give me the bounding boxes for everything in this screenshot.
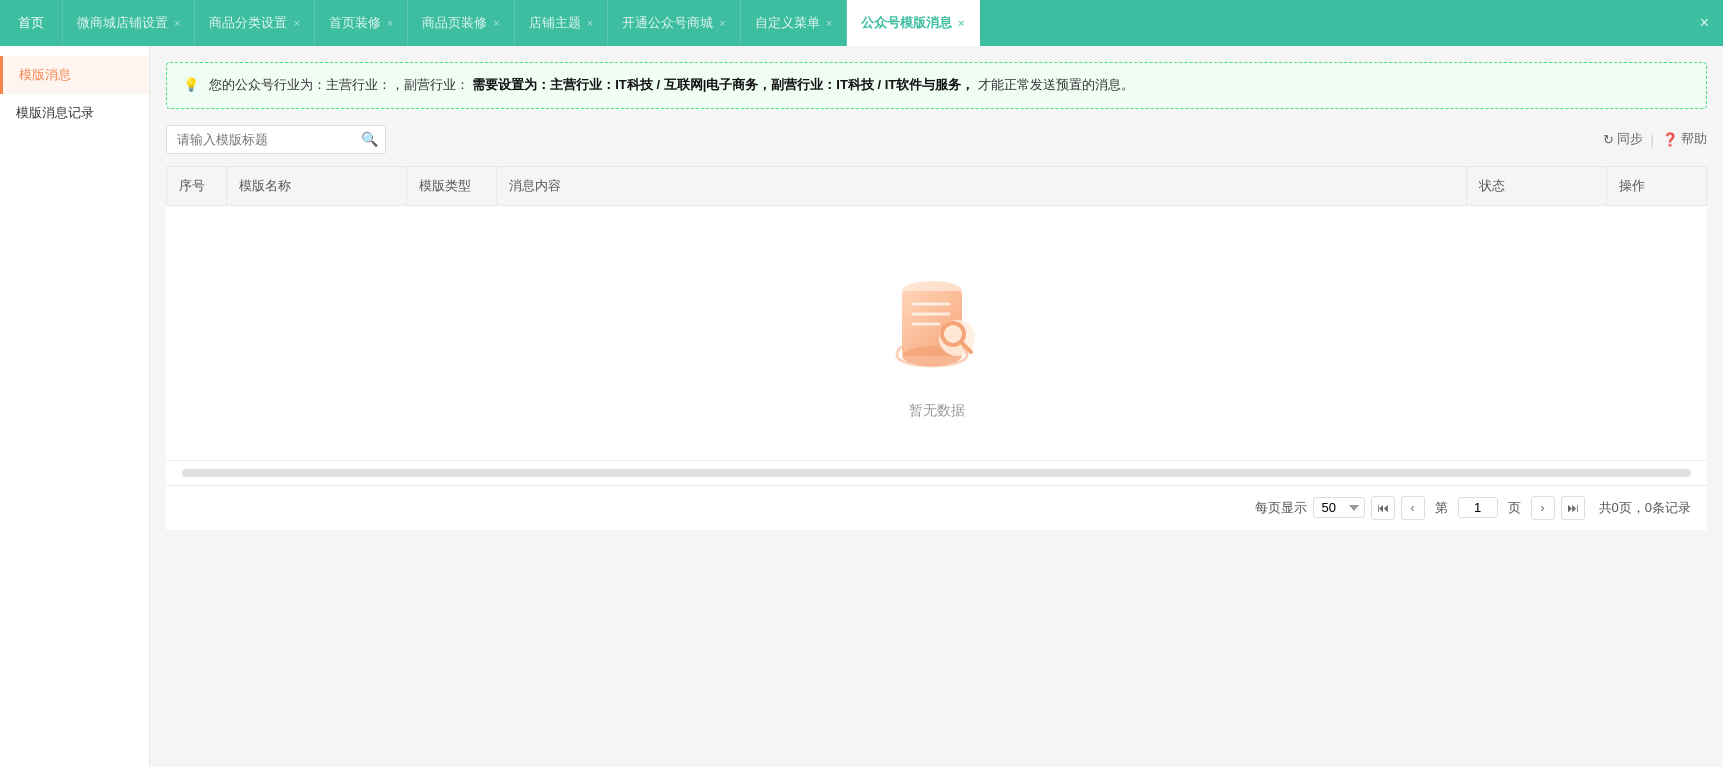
sync-icon: ↻ bbox=[1603, 132, 1614, 147]
col-header-status: 状态 bbox=[1467, 166, 1607, 205]
total-text: 共0页，0条记录 bbox=[1599, 499, 1691, 517]
empty-state: 暂无数据 bbox=[166, 206, 1707, 460]
nav-tab-7-close[interactable]: × bbox=[826, 17, 832, 29]
col-header-action: 操作 bbox=[1607, 166, 1707, 205]
col-header-name: 模版名称 bbox=[227, 166, 407, 205]
prev-page-button[interactable]: ‹ bbox=[1401, 496, 1425, 520]
nav-tab-6-close[interactable]: × bbox=[719, 17, 725, 29]
nav-tab-7-label: 自定义菜单 bbox=[755, 14, 820, 32]
nav-tab-5-close[interactable]: × bbox=[587, 17, 593, 29]
content-area: 💡 您的公众号行业为：主营行业：，副营行业： 需要设置为：主营行业：IT科技 /… bbox=[150, 46, 1723, 767]
sidebar-item-template-record[interactable]: 模版消息记录 bbox=[0, 94, 149, 132]
nav-tab-2[interactable]: 商品分类设置 × bbox=[195, 0, 314, 46]
table-header-row: 序号 模版名称 模版类型 消息内容 状态 操作 bbox=[167, 166, 1707, 205]
nav-tab-3[interactable]: 首页装修 × bbox=[315, 0, 408, 46]
sidebar-item-0-label: 模版消息 bbox=[19, 67, 71, 82]
nav-tab-6[interactable]: 开通公众号商城 × bbox=[608, 0, 740, 46]
next-page-button[interactable]: › bbox=[1531, 496, 1555, 520]
help-icon: ❓ bbox=[1662, 132, 1678, 147]
sidebar-item-1-label: 模版消息记录 bbox=[16, 105, 94, 120]
col-header-content: 消息内容 bbox=[497, 166, 1467, 205]
main-layout: 模版消息 模版消息记录 💡 您的公众号行业为：主营行业：，副营行业： 需要设置为… bbox=[0, 46, 1723, 767]
nav-tab-7[interactable]: 自定义菜单 × bbox=[741, 0, 847, 46]
page-size-select[interactable]: 10 20 50 100 bbox=[1313, 497, 1365, 518]
data-table: 序号 模版名称 模版类型 消息内容 状态 操作 bbox=[166, 166, 1707, 206]
nav-tab-5-label: 店铺主题 bbox=[529, 14, 581, 32]
alert-suffix: 才能正常发送预置的消息。 bbox=[978, 77, 1134, 92]
page-unit-label: 页 bbox=[1508, 499, 1521, 517]
top-nav: 首页 微商城店铺设置 × 商品分类设置 × 首页装修 × 商品页装修 × 店铺主… bbox=[0, 0, 1723, 46]
search-icon[interactable]: 🔍 bbox=[361, 131, 378, 147]
sidebar: 模版消息 模版消息记录 bbox=[0, 46, 150, 767]
per-page-label: 每页显示 bbox=[1255, 499, 1307, 517]
nav-tab-2-label: 商品分类设置 bbox=[209, 14, 287, 32]
sync-button[interactable]: ↻ 同步 bbox=[1603, 130, 1643, 148]
sync-label: 同步 bbox=[1617, 130, 1643, 148]
page-number-input[interactable] bbox=[1458, 497, 1498, 518]
last-page-button[interactable]: ⏭ bbox=[1561, 496, 1585, 520]
nav-tab-1-close[interactable]: × bbox=[174, 17, 180, 29]
alert-icon: 💡 bbox=[183, 77, 199, 92]
help-label: 帮助 bbox=[1681, 130, 1707, 148]
pagination: 每页显示 10 20 50 100 ⏮ ‹ 第 页 › ⏭ 共0页，0条记录 bbox=[166, 485, 1707, 530]
col-header-type: 模版类型 bbox=[407, 166, 497, 205]
nav-tab-home[interactable]: 首页 bbox=[0, 0, 63, 46]
help-button[interactable]: ❓ 帮助 bbox=[1662, 130, 1707, 148]
nav-tab-3-label: 首页装修 bbox=[329, 14, 381, 32]
nav-tab-8-close[interactable]: × bbox=[958, 17, 964, 29]
page-di-label: 第 bbox=[1435, 499, 1448, 517]
scrollbar-row bbox=[166, 460, 1707, 485]
toolbar-right: ↻ 同步 | ❓ 帮助 bbox=[1603, 130, 1707, 148]
nav-tab-8-label: 公众号模版消息 bbox=[861, 14, 952, 32]
sidebar-item-template-msg[interactable]: 模版消息 bbox=[0, 56, 149, 94]
alert-prefix: 您的公众号行业为：主营行业：，副营行业： bbox=[209, 77, 469, 92]
alert-highlight: 需要设置为：主营行业：IT科技 / 互联网|电子商务，副营行业：IT科技 / I… bbox=[472, 77, 974, 92]
nav-tab-8[interactable]: 公众号模版消息 × bbox=[847, 0, 979, 46]
home-tab-label: 首页 bbox=[18, 14, 44, 32]
empty-text: 暂无数据 bbox=[909, 402, 965, 420]
nav-tab-3-close[interactable]: × bbox=[387, 17, 393, 29]
nav-tab-6-label: 开通公众号商城 bbox=[622, 14, 713, 32]
nav-tab-1-label: 微商城店铺设置 bbox=[77, 14, 168, 32]
nav-tab-4[interactable]: 商品页装修 × bbox=[408, 0, 514, 46]
nav-tab-4-label: 商品页装修 bbox=[422, 14, 487, 32]
first-page-button[interactable]: ⏮ bbox=[1371, 496, 1395, 520]
close-all-button[interactable]: × bbox=[1686, 0, 1723, 46]
search-input[interactable] bbox=[166, 125, 386, 154]
nav-tab-5[interactable]: 店铺主题 × bbox=[515, 0, 608, 46]
empty-icon bbox=[877, 266, 997, 386]
col-header-index: 序号 bbox=[167, 166, 227, 205]
search-input-wrap: 🔍 bbox=[166, 125, 386, 154]
alert-box: 💡 您的公众号行业为：主营行业：，副营行业： 需要设置为：主营行业：IT科技 /… bbox=[166, 62, 1707, 109]
fake-scrollbar[interactable] bbox=[182, 469, 1691, 477]
nav-tab-4-close[interactable]: × bbox=[493, 17, 499, 29]
nav-tab-1[interactable]: 微商城店铺设置 × bbox=[63, 0, 195, 46]
close-all-icon: × bbox=[1700, 14, 1709, 32]
nav-tab-2-close[interactable]: × bbox=[293, 17, 299, 29]
search-bar: 🔍 ↻ 同步 | ❓ 帮助 bbox=[166, 125, 1707, 154]
toolbar-divider: | bbox=[1651, 132, 1654, 147]
